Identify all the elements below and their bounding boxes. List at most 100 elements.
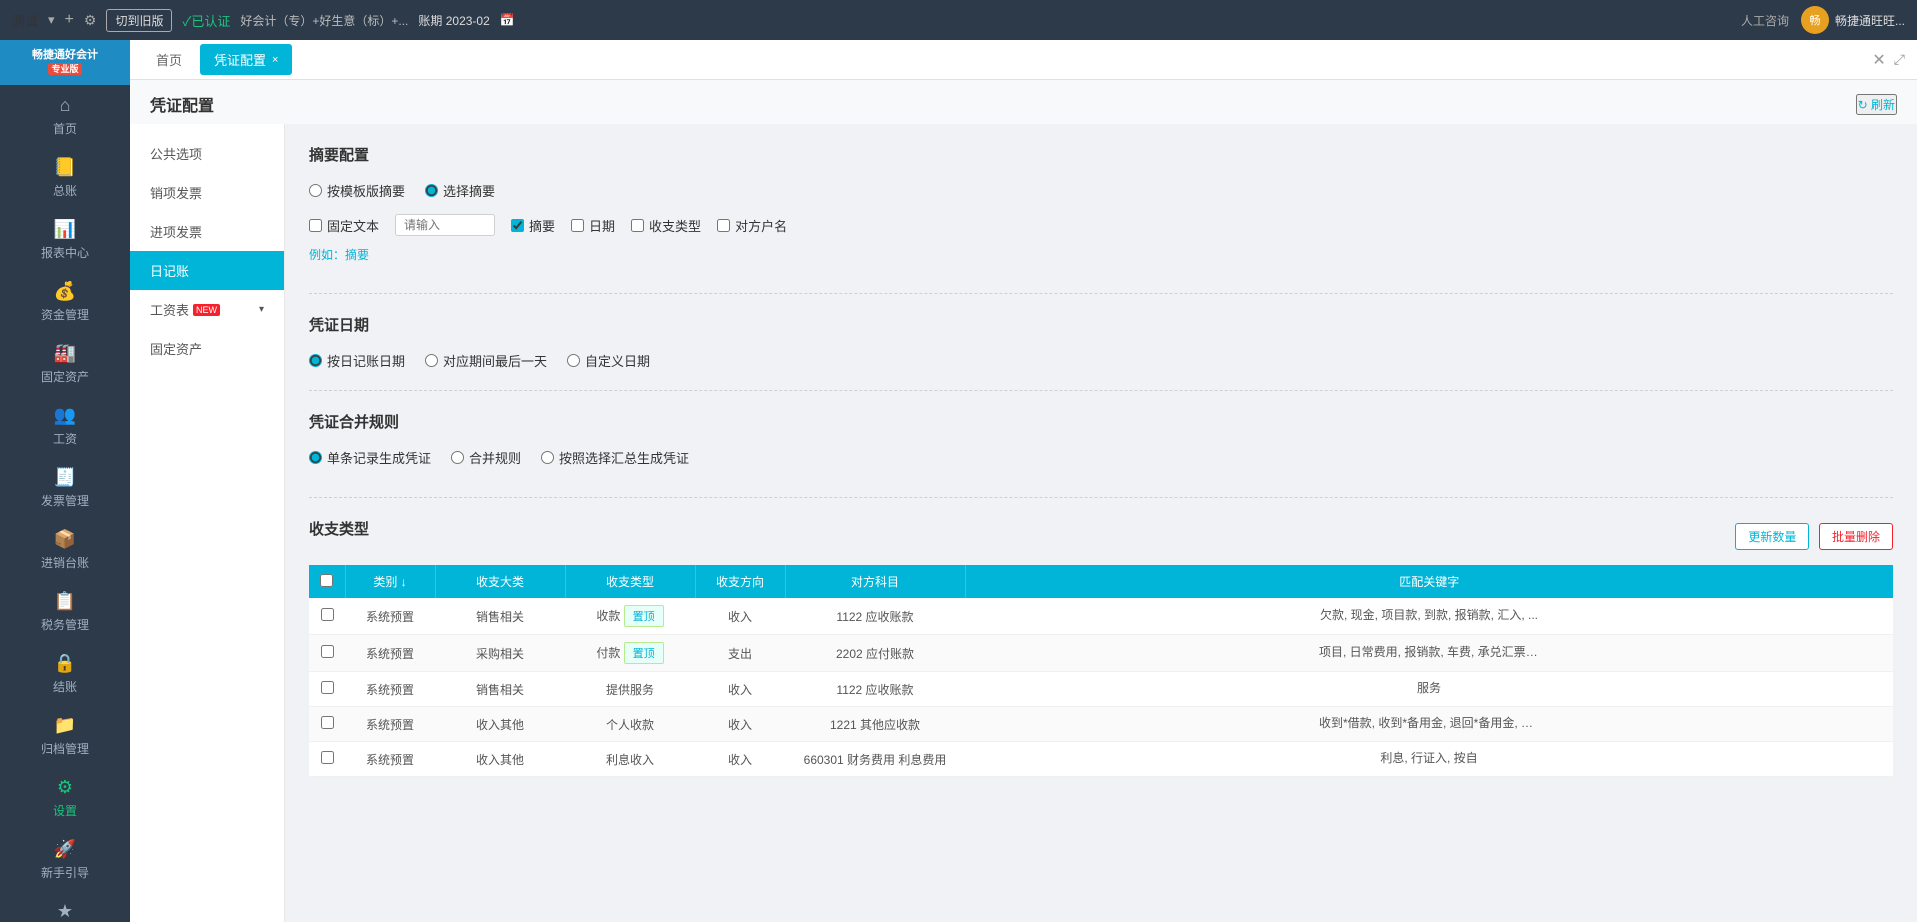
radio-template-input[interactable] <box>309 184 322 197</box>
merge-radio-group: 单条记录生成凭证 合并规则 按照选择汇总生成凭证 <box>309 448 1893 467</box>
radio-select-summary[interactable]: 按照选择汇总生成凭证 <box>541 448 689 467</box>
checkbox-pay-type[interactable]: 收支类型 <box>631 216 701 235</box>
row-checkbox-cell[interactable] <box>309 707 345 742</box>
row-checkbox-cell[interactable] <box>309 598 345 635</box>
radio-period-last-input[interactable] <box>425 354 438 367</box>
sidebar-item-label: 发票管理 <box>41 492 89 509</box>
sidebar-item-payroll[interactable]: 👥 工资 <box>0 395 130 457</box>
merge-rules-title: 凭证合并规则 <box>309 411 1893 432</box>
sidebar-item-label: 首页 <box>53 120 77 137</box>
user-menu[interactable]: 畅 畅捷通旺旺... <box>1801 6 1905 34</box>
sidebar-item-archive[interactable]: 📁 归档管理 <box>0 705 130 767</box>
window-close-icon[interactable]: ✕ <box>1872 50 1885 70</box>
radio-merge-input[interactable] <box>451 451 464 464</box>
row-subject: 1221 其他应收款 <box>785 707 965 742</box>
row-major-type: 收入其他 <box>435 742 565 777</box>
home-icon: ⌂ <box>60 95 71 116</box>
radio-period-last[interactable]: 对应期间最后一天 <box>425 351 547 370</box>
checkbox-date-input[interactable] <box>571 219 584 232</box>
sidebar-item-label: 设置 <box>53 802 77 819</box>
tag-reset[interactable]: 置顶 <box>624 642 664 664</box>
left-nav-item-payroll-table[interactable]: 工资表 NEW ▾ <box>130 290 284 329</box>
row-keywords: 项目, 日常费用, 报销款, 车费, 承兑汇票, 付款 <box>965 635 1893 672</box>
topbar-dropdown-icon[interactable]: ▾ <box>48 12 55 28</box>
tag-reset[interactable]: 置顶 <box>624 605 664 627</box>
tab-close-icon[interactable]: × <box>272 54 278 66</box>
fixed-text-input[interactable] <box>395 214 495 236</box>
update-count-button[interactable]: 更新数量 <box>1735 523 1809 550</box>
row-checkbox-cell[interactable] <box>309 742 345 777</box>
row-checkbox[interactable] <box>321 608 334 621</box>
left-nav-item-sales-invoice[interactable]: 销项发票 <box>130 173 284 212</box>
tab-home[interactable]: 首页 <box>142 44 196 75</box>
row-checkbox-cell[interactable] <box>309 672 345 707</box>
row-keywords: 欠款, 现金, 项目款, 到款, 报销款, 汇入, ... <box>965 598 1893 635</box>
radio-select-summary-input[interactable] <box>541 451 554 464</box>
sidebar-item-invoice-mgmt[interactable]: 🧾 发票管理 <box>0 457 130 519</box>
checkbox-date[interactable]: 日期 <box>571 216 615 235</box>
sidebar-item-tax[interactable]: 📋 税务管理 <box>0 581 130 643</box>
radio-single[interactable]: 单条记录生成凭证 <box>309 448 431 467</box>
row-subject: 1122 应收账款 <box>785 598 965 635</box>
select-all-checkbox[interactable] <box>320 574 333 587</box>
calendar-icon[interactable]: 📅 <box>500 13 515 27</box>
sidebar-item-settings[interactable]: ⚙ 设置 <box>0 767 130 829</box>
sidebar-item-purchase-sales[interactable]: 📦 进销台账 <box>0 519 130 581</box>
radio-single-input[interactable] <box>309 451 322 464</box>
sidebar-item-new-guide[interactable]: 🚀 新手引导 <box>0 829 130 891</box>
example-text: 例如：摘要 <box>309 246 1893 263</box>
radio-journal-date-input[interactable] <box>309 354 322 367</box>
sidebar-item-member[interactable]: ★ 畅会员 <box>0 891 130 922</box>
checkbox-summary[interactable]: 摘要 <box>511 216 555 235</box>
topbar-gear-icon[interactable]: ⚙ <box>84 12 97 29</box>
left-nav-item-journal[interactable]: 日记账 <box>130 251 284 290</box>
row-direction: 支出 <box>695 635 785 672</box>
left-nav-item-purchase-invoice[interactable]: 进项发票 <box>130 212 284 251</box>
topbar-add-icon[interactable]: + <box>65 11 74 29</box>
radio-template[interactable]: 按模板版摘要 <box>309 181 405 200</box>
checkbox-fixed-text[interactable]: 固定文本 <box>309 216 379 235</box>
purchase-sales-icon: 📦 <box>54 529 76 550</box>
radio-journal-date[interactable]: 按日记账日期 <box>309 351 405 370</box>
radio-merge[interactable]: 合并规则 <box>451 448 521 467</box>
radio-select[interactable]: 选择摘要 <box>425 181 495 200</box>
checkbox-summary-input[interactable] <box>511 219 524 232</box>
sidebar-item-fixed-assets[interactable]: 🏭 固定资产 <box>0 333 130 395</box>
service-label[interactable]: 人工咨询 <box>1741 12 1789 29</box>
period-label: 账期 2023-02 <box>418 12 489 29</box>
left-nav-item-fixed-assets[interactable]: 固定资产 <box>130 329 284 368</box>
radio-custom-date[interactable]: 自定义日期 <box>567 351 650 370</box>
fixed-assets-icon: 🏭 <box>54 343 76 364</box>
income-expense-section: 收支类型 更新数量 批量删除 类别 ↓ 收支大类 收支类型 <box>309 518 1893 777</box>
row-keywords: 收到*借款, 收到*备用金, 退回*备用金, 个人 <box>965 707 1893 742</box>
row-checkbox[interactable] <box>321 681 334 694</box>
voucher-date-radio-group: 按日记账日期 对应期间最后一天 自定义日期 <box>309 351 1893 370</box>
sidebar-item-label: 结账 <box>53 678 77 695</box>
radio-select-input[interactable] <box>425 184 438 197</box>
left-nav-item-public[interactable]: 公共选项 <box>130 134 284 173</box>
checkbox-pay-type-input[interactable] <box>631 219 644 232</box>
refresh-button[interactable]: ↻ 刷新 <box>1856 94 1897 115</box>
page-title: 凭证配置 <box>150 92 214 116</box>
row-checkbox[interactable] <box>321 716 334 729</box>
sidebar-item-funds[interactable]: 💰 资金管理 <box>0 271 130 333</box>
sidebar-item-ledger[interactable]: 📒 总账 <box>0 147 130 209</box>
checkbox-fixed-text-input[interactable] <box>309 219 322 232</box>
row-checkbox-cell[interactable] <box>309 635 345 672</box>
row-checkbox[interactable] <box>321 751 334 764</box>
main-scroll: 公共选项 销项发票 进项发票 日记账 工资表 NEW ▾ 固定资产 摘要配置 <box>130 124 1917 922</box>
batch-delete-button[interactable]: 批量删除 <box>1819 523 1893 550</box>
tab-voucher-config[interactable]: 凭证配置 × <box>200 44 292 75</box>
radio-custom-date-input[interactable] <box>567 354 580 367</box>
window-expand-icon[interactable]: ⤢ <box>1894 51 1905 68</box>
row-pay-type: 个人收款 <box>565 707 695 742</box>
checkbox-counterpart-input[interactable] <box>717 219 730 232</box>
checkbox-counterpart[interactable]: 对方户名 <box>717 216 787 235</box>
row-checkbox[interactable] <box>321 645 334 658</box>
new-guide-icon: 🚀 <box>54 839 76 860</box>
summary-config-section: 摘要配置 按模板版摘要 选择摘要 <box>309 144 1893 263</box>
sidebar-item-closing[interactable]: 🔒 结账 <box>0 643 130 705</box>
sidebar-item-reports[interactable]: 📊 报表中心 <box>0 209 130 271</box>
switch-version-button[interactable]: 切到旧版 <box>106 9 172 32</box>
sidebar-item-home[interactable]: ⌂ 首页 <box>0 85 130 147</box>
